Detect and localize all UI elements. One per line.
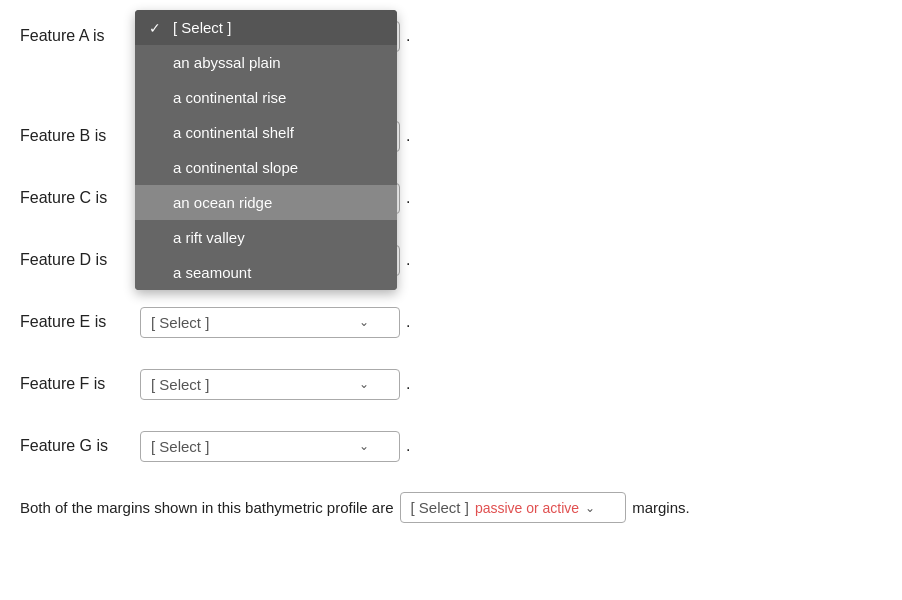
feature-g-chevron-icon: ⌄ bbox=[359, 439, 369, 453]
feature-g-dot: . bbox=[406, 437, 410, 455]
feature-row-f: Feature F is [ Select ] ⌄ . bbox=[20, 358, 882, 410]
page-container: Feature A is [ Select ] ⌄ . ✓ [ Select ]… bbox=[0, 0, 902, 533]
feature-a-dropdown: ✓ [ Select ] an abyssal plain a continen… bbox=[135, 10, 397, 290]
feature-f-select-wrapper: [ Select ] ⌄ bbox=[140, 369, 400, 400]
dropdown-item-label: a continental rise bbox=[173, 89, 286, 106]
feature-a-dot: . bbox=[406, 27, 410, 45]
feature-d-dot: . bbox=[406, 251, 410, 269]
feature-f-select[interactable]: [ Select ] ⌄ bbox=[140, 369, 400, 400]
feature-e-value: [ Select ] bbox=[151, 314, 209, 331]
feature-b-dot: . bbox=[406, 127, 410, 145]
passive-select-label: [ Select ] bbox=[411, 499, 469, 516]
feature-row-g: Feature G is [ Select ] ⌄ . bbox=[20, 420, 882, 472]
dropdown-item-select[interactable]: ✓ [ Select ] bbox=[135, 10, 397, 45]
dropdown-item-rift[interactable]: a rift valley bbox=[135, 220, 397, 255]
dropdown-item-rise[interactable]: a continental rise bbox=[135, 80, 397, 115]
feature-g-select[interactable]: [ Select ] ⌄ bbox=[140, 431, 400, 462]
feature-row-a: Feature A is [ Select ] ⌄ . ✓ [ Select ]… bbox=[20, 10, 882, 62]
feature-g-select-wrapper: [ Select ] ⌄ bbox=[140, 431, 400, 462]
dropdown-item-seamount[interactable]: a seamount bbox=[135, 255, 397, 290]
dropdown-item-label: an abyssal plain bbox=[173, 54, 281, 71]
passive-select[interactable]: [ Select ] passive or active ⌄ bbox=[400, 492, 627, 523]
dropdown-item-abyssal[interactable]: an abyssal plain bbox=[135, 45, 397, 80]
dropdown-item-shelf[interactable]: a continental shelf bbox=[135, 115, 397, 150]
feature-f-value: [ Select ] bbox=[151, 376, 209, 393]
feature-c-dot: . bbox=[406, 189, 410, 207]
passive-select-chevron-icon: ⌄ bbox=[585, 501, 595, 515]
feature-e-select-wrapper: [ Select ] ⌄ bbox=[140, 307, 400, 338]
dropdown-item-label: a continental slope bbox=[173, 159, 298, 176]
feature-e-chevron-icon: ⌄ bbox=[359, 315, 369, 329]
passive-hint: passive or active bbox=[475, 500, 579, 516]
dropdown-item-label: [ Select ] bbox=[173, 19, 231, 36]
feature-b-label: Feature B is bbox=[20, 127, 140, 145]
dropdown-item-label: a seamount bbox=[173, 264, 251, 281]
feature-a-label: Feature A is bbox=[20, 27, 140, 45]
bottom-row: Both of the margins shown in this bathym… bbox=[20, 492, 882, 523]
dropdown-item-label: a continental shelf bbox=[173, 124, 294, 141]
feature-g-label: Feature G is bbox=[20, 437, 140, 455]
feature-c-label: Feature C is bbox=[20, 189, 140, 207]
dropdown-item-slope[interactable]: a continental slope bbox=[135, 150, 397, 185]
bottom-text-after: margins. bbox=[632, 499, 690, 516]
checkmark-icon: ✓ bbox=[149, 20, 167, 36]
dropdown-item-label: an ocean ridge bbox=[173, 194, 272, 211]
dropdown-item-label: a rift valley bbox=[173, 229, 245, 246]
bottom-text-before: Both of the margins shown in this bathym… bbox=[20, 499, 394, 516]
feature-g-value: [ Select ] bbox=[151, 438, 209, 455]
feature-e-dot: . bbox=[406, 313, 410, 331]
feature-e-label: Feature E is bbox=[20, 313, 140, 331]
feature-f-chevron-icon: ⌄ bbox=[359, 377, 369, 391]
feature-e-select[interactable]: [ Select ] ⌄ bbox=[140, 307, 400, 338]
dropdown-item-ridge[interactable]: an ocean ridge bbox=[135, 185, 397, 220]
feature-f-label: Feature F is bbox=[20, 375, 140, 393]
feature-row-e: Feature E is [ Select ] ⌄ . bbox=[20, 296, 882, 348]
feature-d-label: Feature D is bbox=[20, 251, 140, 269]
feature-f-dot: . bbox=[406, 375, 410, 393]
